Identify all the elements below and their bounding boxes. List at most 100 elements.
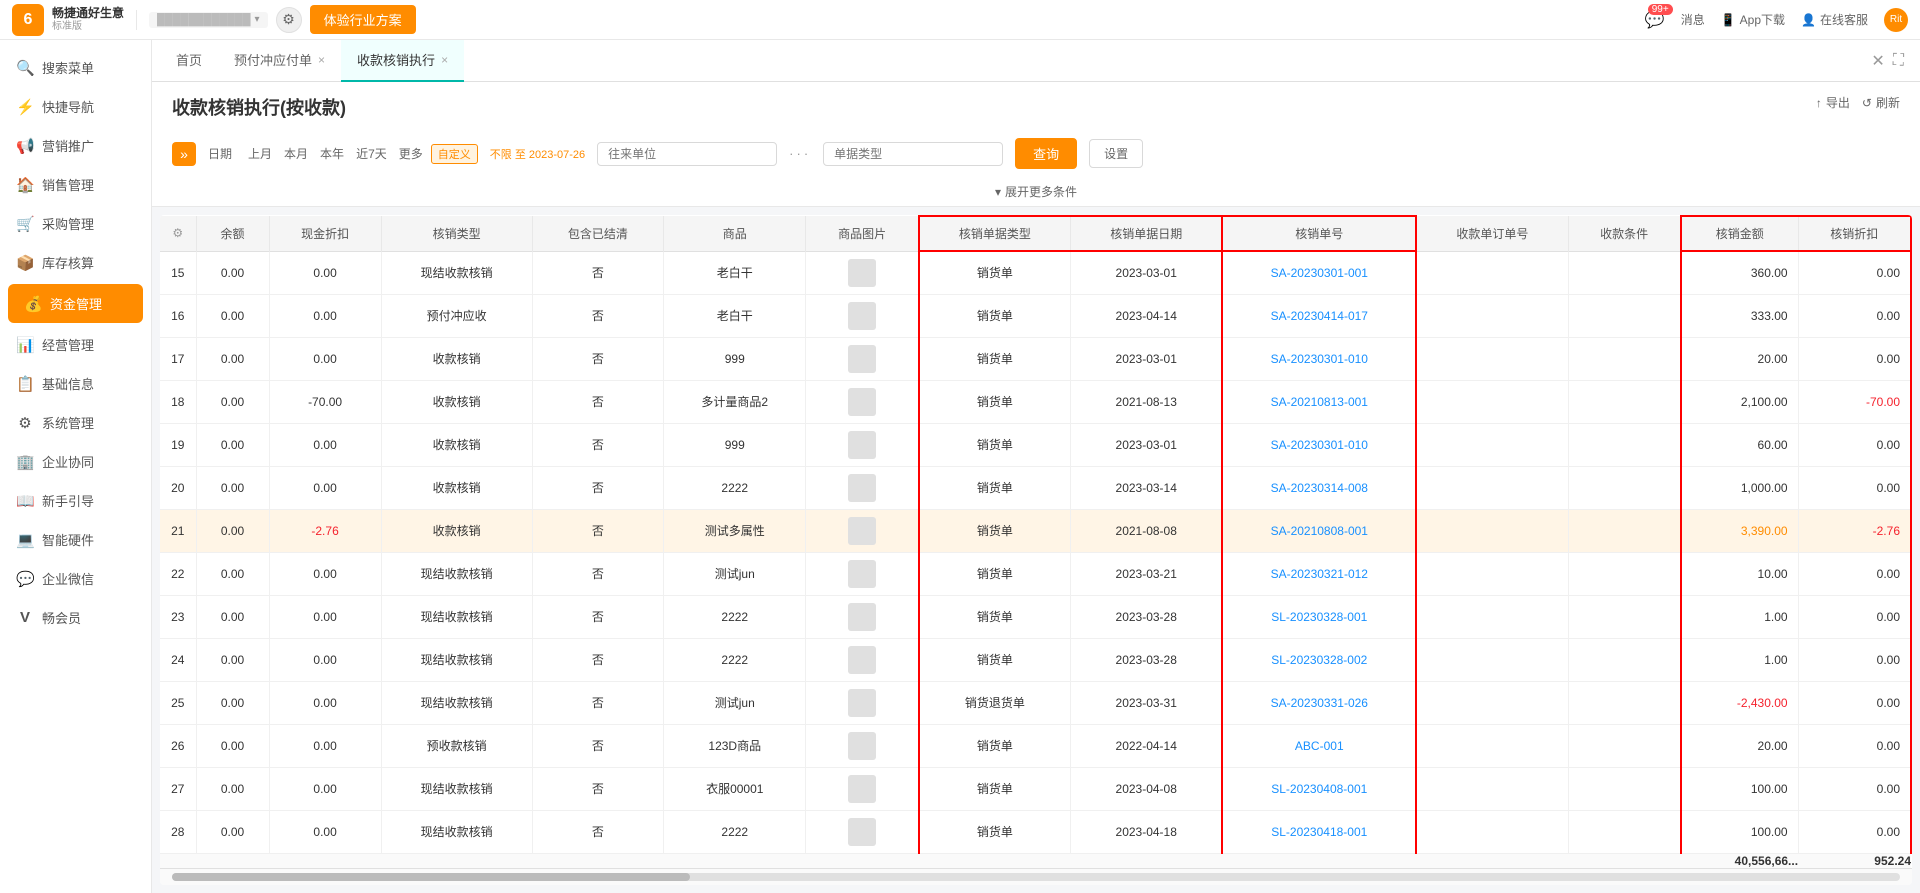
horizontal-scrollbar[interactable] xyxy=(172,873,1900,881)
td-cancel-amount: 3,390.00 xyxy=(1681,509,1798,552)
td-cancel-discount: 0.00 xyxy=(1798,724,1911,767)
cancel-bill-link[interactable]: SL-20230418-001 xyxy=(1271,825,1367,839)
td-cancel-bill-type: 销货单 xyxy=(919,767,1071,810)
tab-home[interactable]: 首页 xyxy=(160,40,218,82)
sidebar-item-system[interactable]: ⚙ 系统管理 xyxy=(0,403,151,442)
trial-button[interactable]: 体验行业方案 xyxy=(310,5,416,34)
close-window-btn[interactable]: ✕ xyxy=(1871,51,1884,71)
query-button[interactable]: 查询 xyxy=(1015,138,1077,169)
table-footer-row: 40,556,66... 952.24 xyxy=(160,853,1911,868)
online-service-btn[interactable]: 👤 在线客服 xyxy=(1801,11,1868,28)
date-label: 日期 xyxy=(208,145,232,162)
sidebar-item-inventory[interactable]: 📦 库存核算 xyxy=(0,243,151,282)
bill-type-input[interactable] xyxy=(823,142,1003,166)
sidebar-item-marketing[interactable]: 📢 营销推广 xyxy=(0,126,151,165)
date-this-month[interactable]: 本月 xyxy=(280,143,312,164)
tab-close-prepay[interactable]: × xyxy=(318,53,325,67)
cancel-bill-link[interactable]: SA-20230414-017 xyxy=(1271,309,1368,323)
cancel-bill-link[interactable]: SA-20230301-010 xyxy=(1271,352,1368,366)
system-icon: ⚙ xyxy=(16,414,34,432)
td-receipt-order-no xyxy=(1416,380,1568,423)
td-cancel-bill-no: SL-20230328-002 xyxy=(1222,638,1416,681)
sidebar-item-quick-nav[interactable]: ⚡ 快捷导航 xyxy=(0,87,151,126)
cancel-bill-link[interactable]: ABC-001 xyxy=(1295,739,1344,753)
gear-button[interactable]: ⚙ xyxy=(276,7,302,33)
td-balance: 0.00 xyxy=(196,251,269,294)
sidebar-item-purchase[interactable]: 🛒 采购管理 xyxy=(0,204,151,243)
td-included-settled: 否 xyxy=(532,466,664,509)
app-download-btn[interactable]: 📱 App下载 xyxy=(1721,11,1785,28)
sidebar-item-basic[interactable]: 📋 基础信息 xyxy=(0,364,151,403)
cancel-bill-link[interactable]: SA-20230301-010 xyxy=(1271,438,1368,452)
cancel-bill-link[interactable]: SA-20210808-001 xyxy=(1271,524,1368,538)
col-settings[interactable]: ⚙ xyxy=(160,216,196,251)
cancel-bill-link[interactable]: SA-20210813-001 xyxy=(1271,395,1368,409)
date-7days[interactable]: 近7天 xyxy=(352,143,391,164)
sidebar-item-search[interactable]: 🔍 搜索菜单 xyxy=(0,48,151,87)
date-more[interactable]: 更多 xyxy=(395,143,427,164)
sidebar-item-member[interactable]: V 畅会员 xyxy=(0,598,151,637)
user-avatar[interactable]: Rit xyxy=(1884,8,1908,32)
expand-conditions-btn[interactable]: ▾ 展开更多条件 xyxy=(172,177,1900,206)
date-range-display: 不限 至 2023-07-26 xyxy=(490,146,585,162)
refresh-button[interactable]: ↺ 刷新 xyxy=(1862,94,1900,111)
tab-receive-cancel[interactable]: 收款核销执行 × xyxy=(341,40,464,82)
td-balance: 0.00 xyxy=(196,423,269,466)
td-cancel-discount: 0.00 xyxy=(1798,767,1911,810)
company-selector[interactable]: ████████████ ▾ xyxy=(149,12,268,28)
tab-close-receive[interactable]: × xyxy=(441,53,448,67)
td-cancel-bill-date: 2023-03-01 xyxy=(1071,251,1223,294)
td-receipt-order-no xyxy=(1416,552,1568,595)
message-badge[interactable]: 💬 99+ xyxy=(1645,10,1665,30)
cancel-bill-link[interactable]: SA-20230321-012 xyxy=(1271,567,1368,581)
date-last-month[interactable]: 上月 xyxy=(244,143,276,164)
maximize-btn[interactable]: ⛶ xyxy=(1893,52,1904,70)
sidebar-item-sales[interactable]: 🏠 销售管理 xyxy=(0,165,151,204)
td-receipt-order-no xyxy=(1416,681,1568,724)
box-icon: 📦 xyxy=(16,254,34,272)
td-balance: 0.00 xyxy=(196,552,269,595)
filter-expand-btn[interactable]: » xyxy=(172,142,196,166)
td-cancel-amount: 60.00 xyxy=(1681,423,1798,466)
td-receipt-condition xyxy=(1568,509,1681,552)
table-row: 23 0.00 0.00 现结收款核销 否 2222 销货单 2023-03-2… xyxy=(160,595,1911,638)
cancel-bill-link[interactable]: SA-20230314-008 xyxy=(1271,481,1368,495)
date-custom-btn[interactable]: 自定义 xyxy=(431,144,478,164)
export-button[interactable]: ↑ 导出 xyxy=(1816,94,1850,111)
cancel-bill-link[interactable]: SA-20230301-001 xyxy=(1271,266,1368,280)
td-cancel-bill-no: SL-20230408-001 xyxy=(1222,767,1416,810)
td-balance: 0.00 xyxy=(196,638,269,681)
td-cancel-bill-no: ABC-001 xyxy=(1222,724,1416,767)
td-goods: 测试jun xyxy=(664,681,806,724)
td-cancel-bill-date: 2023-03-14 xyxy=(1071,466,1223,509)
table-row: 17 0.00 0.00 收款核销 否 999 销货单 2023-03-01 S… xyxy=(160,337,1911,380)
col-cancel-bill-date: 核销单据日期 xyxy=(1071,216,1223,251)
col-included-settled: 包含已结清 xyxy=(532,216,664,251)
date-this-year[interactable]: 本年 xyxy=(316,143,348,164)
td-cancel-discount: 0.00 xyxy=(1798,423,1911,466)
sidebar-item-corp[interactable]: 🏢 企业协同 xyxy=(0,442,151,481)
settings-button[interactable]: 设置 xyxy=(1089,139,1143,168)
corp-icon: 🏢 xyxy=(16,453,34,471)
cancel-bill-link[interactable]: SL-20230408-001 xyxy=(1271,782,1367,796)
td-goods: 999 xyxy=(664,337,806,380)
td-receipt-condition xyxy=(1568,767,1681,810)
sidebar-item-hardware[interactable]: 💻 智能硬件 xyxy=(0,520,151,559)
tab-bar: 首页 预付冲应付单 × 收款核销执行 × ✕ ⛶ xyxy=(152,40,1920,82)
td-receipt-order-no xyxy=(1416,595,1568,638)
sidebar-item-finance[interactable]: 💰 资金管理 xyxy=(8,284,143,323)
sidebar-item-guide[interactable]: 📖 新手引导 xyxy=(0,481,151,520)
td-no: 21 xyxy=(160,509,196,552)
cancel-bill-link[interactable]: SA-20230331-026 xyxy=(1271,696,1368,710)
cancel-bill-link[interactable]: SL-20230328-001 xyxy=(1271,610,1367,624)
book-icon: 📖 xyxy=(16,492,34,510)
tab-prepay[interactable]: 预付冲应付单 × xyxy=(218,40,341,82)
table-row: 28 0.00 0.00 现结收款核销 否 2222 销货单 2023-04-1… xyxy=(160,810,1911,853)
sidebar-item-operation[interactable]: 📊 经营管理 xyxy=(0,325,151,364)
td-receipt-condition xyxy=(1568,251,1681,294)
cancel-bill-link[interactable]: SL-20230328-002 xyxy=(1271,653,1367,667)
td-receipt-condition xyxy=(1568,337,1681,380)
from-unit-input[interactable] xyxy=(597,142,777,166)
td-cancel-bill-type: 销货单 xyxy=(919,810,1071,853)
sidebar-item-wechat[interactable]: 💬 企业微信 xyxy=(0,559,151,598)
